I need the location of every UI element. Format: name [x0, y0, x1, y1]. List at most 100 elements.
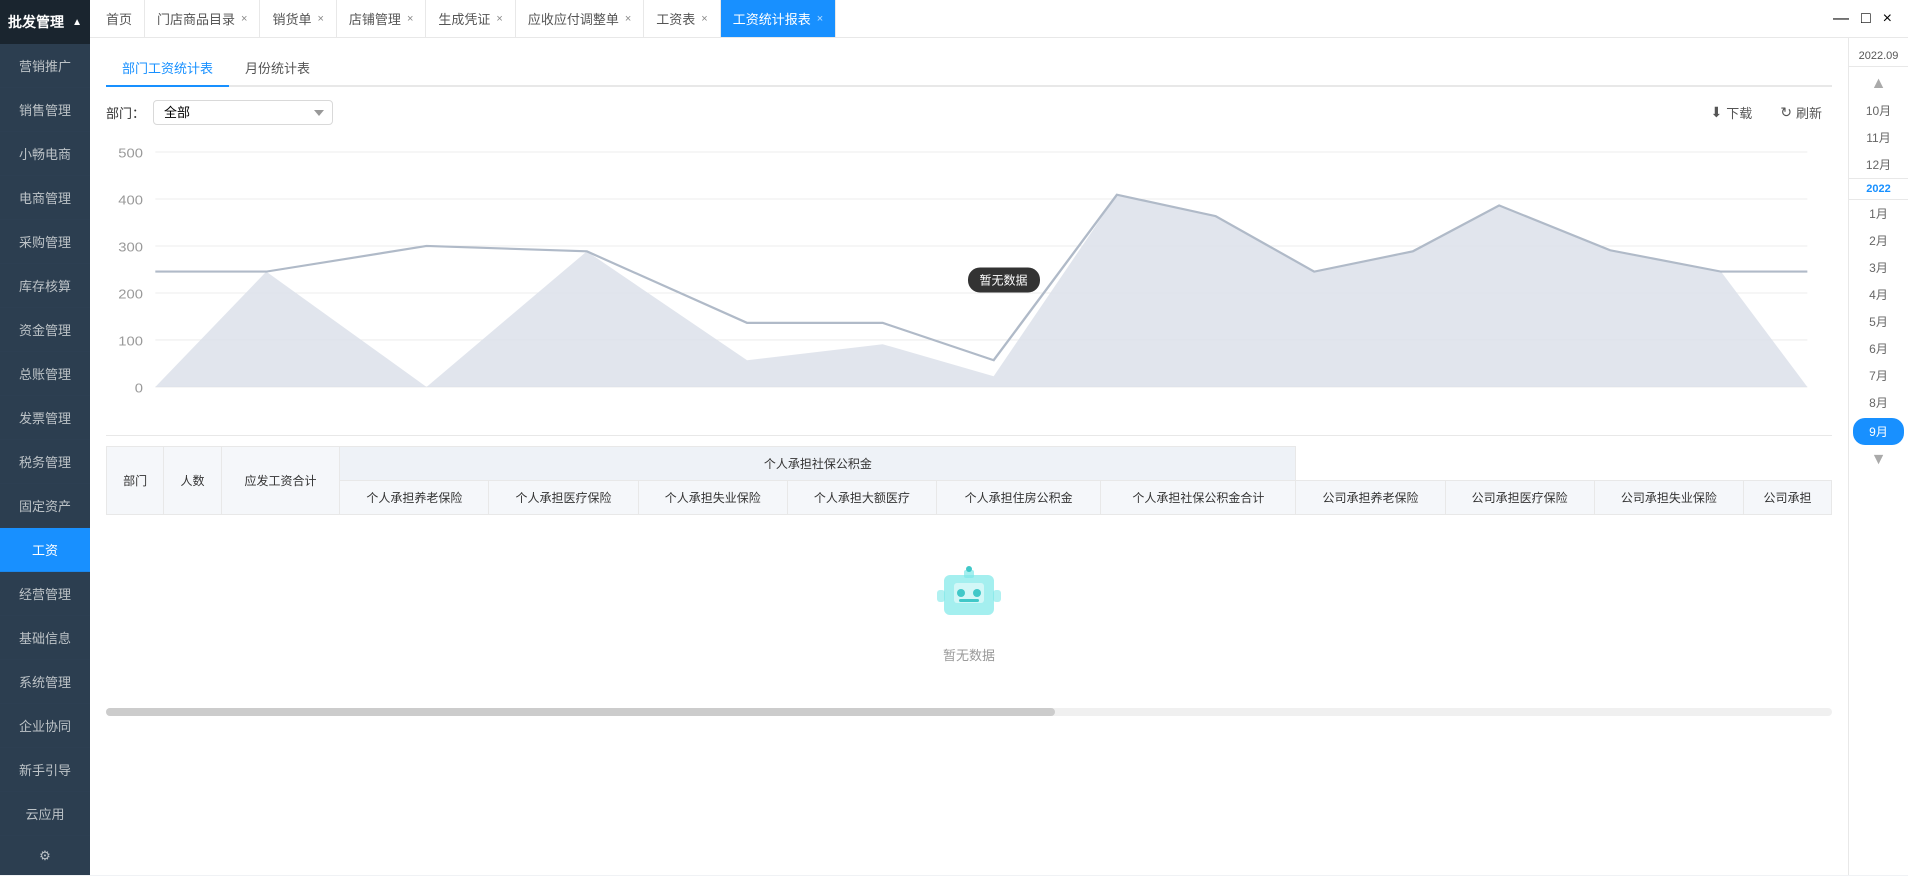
toolbar-row: 部门： 全部 财务部 销售部 运营部 ⬇ 下载 ↻ 刷新: [106, 99, 1832, 126]
timeline-item-12月[interactable]: 12月: [1849, 151, 1908, 178]
table-header-sub-item: 公司承担医疗保险: [1445, 481, 1594, 515]
sidebar-title: 批发管理: [8, 12, 64, 32]
sub-tab-dept_stats[interactable]: 部门工资统计表: [106, 50, 229, 87]
table-header-sub-item: 个人承担失业保险: [638, 481, 787, 515]
svg-text:100: 100: [118, 333, 143, 348]
timeline-item-11月[interactable]: 11月: [1849, 124, 1908, 151]
tab-label-home: 首页: [106, 9, 132, 28]
tab-label-sales_order: 销货单: [272, 9, 311, 28]
download-button[interactable]: ⬇ 下载: [1701, 99, 1763, 126]
tab-home[interactable]: 首页: [94, 0, 145, 38]
timeline-item-5月[interactable]: 5月: [1849, 308, 1908, 335]
settings-button[interactable]: ⚙: [0, 836, 90, 876]
timeline-item-6月[interactable]: 6月: [1849, 335, 1908, 362]
sidebar-item-fapiao[interactable]: 发票管理: [0, 396, 90, 440]
table-header-fixed: 人数: [164, 447, 221, 515]
sidebar-item-caigou[interactable]: 采购管理: [0, 220, 90, 264]
timeline-item-4月[interactable]: 4月: [1849, 281, 1908, 308]
tab-sales_order[interactable]: 销货单 ×: [260, 0, 336, 38]
tab-close-salary_report[interactable]: ×: [817, 13, 823, 25]
tab-close-store_mgmt[interactable]: ×: [407, 13, 413, 25]
main-panel: 部门工资统计表月份统计表 部门： 全部 财务部 销售部 运营部 ⬇ 下载: [90, 38, 1848, 875]
sidebar-item-xinshou[interactable]: 新手引导: [0, 748, 90, 792]
table-header-sub-item: 个人承担大额医疗: [787, 481, 936, 515]
sidebar-header[interactable]: 批发管理 ▲: [0, 0, 90, 44]
table-header-fixed: 应发工资合计: [221, 447, 340, 515]
sidebar-item-zijin[interactable]: 资金管理: [0, 308, 90, 352]
sidebar-item-qiye[interactable]: 企业协同: [0, 704, 90, 748]
refresh-icon: ↻: [1780, 104, 1792, 121]
settings-icon: ⚙: [39, 848, 51, 863]
tab-label-store_mgmt: 店铺管理: [349, 9, 401, 28]
timeline-item-8月[interactable]: 8月: [1849, 389, 1908, 416]
sidebar-item-xitong[interactable]: 系统管理: [0, 660, 90, 704]
refresh-button[interactable]: ↻ 刷新: [1770, 99, 1832, 126]
tab-close-sales_order[interactable]: ×: [317, 13, 323, 25]
sidebar-item-zhongzhang[interactable]: 总账管理: [0, 352, 90, 396]
timeline-item-1月[interactable]: 1月: [1849, 200, 1908, 227]
timeline-year: 2022: [1849, 178, 1908, 200]
sidebar-item-jingying[interactable]: 经营管理: [0, 572, 90, 616]
tab-close-salary_table[interactable]: ×: [701, 13, 707, 25]
timeline-item-9月[interactable]: 9月: [1853, 418, 1904, 445]
timeline-item-10月[interactable]: 10月: [1849, 97, 1908, 124]
tab-close-store_catalog[interactable]: ×: [241, 13, 247, 25]
timeline-item-3月[interactable]: 3月: [1849, 254, 1908, 281]
tab-salary_table[interactable]: 工资表 ×: [644, 0, 720, 38]
sidebar-item-yunyong[interactable]: 云应用: [0, 792, 90, 836]
tab-close-voucher[interactable]: ×: [496, 13, 502, 25]
tab-label-voucher: 生成凭证: [438, 9, 490, 28]
tab-voucher[interactable]: 生成凭证 ×: [426, 0, 515, 38]
timeline-down-nav[interactable]: ▼: [1867, 447, 1891, 473]
sidebar-item-gongzi[interactable]: 工资: [0, 528, 90, 572]
sidebar-item-yingxiao[interactable]: 营销推广: [0, 44, 90, 88]
download-label: 下载: [1726, 103, 1752, 122]
empty-icon: [929, 555, 1009, 635]
download-icon: ⬇: [1711, 104, 1723, 121]
sub-tabs: 部门工资统计表月份统计表: [106, 50, 1832, 87]
tab-store_catalog[interactable]: 门店商品目录×: [145, 0, 260, 38]
maximize-icon[interactable]: □: [1857, 10, 1875, 28]
timeline-current-label: 2022.09: [1849, 46, 1908, 67]
sidebar-item-jichu[interactable]: 基础信息: [0, 616, 90, 660]
timeline-item-7月[interactable]: 7月: [1849, 362, 1908, 389]
svg-text:0: 0: [135, 380, 144, 395]
svg-text:500: 500: [118, 145, 143, 160]
minimize-icon[interactable]: —: [1829, 10, 1853, 28]
sub-tab-month_stats[interactable]: 月份统计表: [229, 50, 326, 87]
sidebar: 批发管理 ▲ 营销推广销售管理小畅电商电商管理采购管理库存核算资金管理总账管理发…: [0, 0, 90, 875]
window-controls: — □ ×: [1821, 10, 1904, 28]
sidebar-item-xiaoshou[interactable]: 销售管理: [0, 88, 90, 132]
timeline-panel: 2022.09 ▲ 10月11月12月20221月2月3月4月5月6月7月8月9…: [1848, 38, 1908, 875]
timeline-item-2月[interactable]: 2月: [1849, 227, 1908, 254]
sidebar-item-dianshang[interactable]: 电商管理: [0, 176, 90, 220]
table-header-sub-item: 个人承担医疗保险: [489, 481, 638, 515]
svg-text:200: 200: [118, 286, 143, 301]
empty-text: 暂无数据: [943, 645, 995, 664]
tab-receivable[interactable]: 应收应付调整单×: [516, 0, 644, 38]
sidebar-item-guding[interactable]: 固定资产: [0, 484, 90, 528]
sidebar-collapse-icon: ▲: [72, 17, 82, 28]
timeline-up-nav[interactable]: ▲: [1867, 71, 1891, 97]
dept-filter-select[interactable]: 全部 财务部 销售部 运营部: [153, 100, 333, 125]
tab-store_mgmt[interactable]: 店铺管理 ×: [337, 0, 426, 38]
main-area: 首页门店商品目录×销货单×店铺管理×生成凭证×应收应付调整单×工资表×工资统计报…: [90, 0, 1908, 875]
table-scrollbar-thumb[interactable]: [106, 708, 1055, 716]
table-header-group-personal: 个人承担社保公积金: [340, 447, 1296, 481]
table-area[interactable]: 部门人数应发工资合计个人承担社保公积金 个人承担养老保险个人承担医疗保险个人承担…: [106, 446, 1832, 863]
tab-close-receivable[interactable]: ×: [625, 13, 631, 25]
content-area: 部门工资统计表月份统计表 部门： 全部 财务部 销售部 运营部 ⬇ 下载: [90, 38, 1908, 875]
table-header-sub-item: 公司承担失业保险: [1594, 481, 1743, 515]
close-window-icon[interactable]: ×: [1879, 10, 1896, 28]
tab-label-salary_table: 工资表: [656, 9, 695, 28]
sidebar-item-shuiwu[interactable]: 税务管理: [0, 440, 90, 484]
sidebar-item-kucun[interactable]: 库存核算: [0, 264, 90, 308]
sidebar-item-xiaodian[interactable]: 小畅电商: [0, 132, 90, 176]
tab-label-salary_report: 工资统计报表: [733, 9, 811, 28]
data-table: 部门人数应发工资合计个人承担社保公积金 个人承担养老保险个人承担医疗保险个人承担…: [106, 446, 1832, 515]
chart-tooltip: 暂无数据: [968, 267, 1040, 292]
table-scrollbar[interactable]: [106, 708, 1832, 716]
table-header-sub-item: 公司承担养老保险: [1296, 481, 1445, 515]
tab-salary_report[interactable]: 工资统计报表 ×: [721, 0, 836, 38]
svg-text:300: 300: [118, 239, 143, 254]
